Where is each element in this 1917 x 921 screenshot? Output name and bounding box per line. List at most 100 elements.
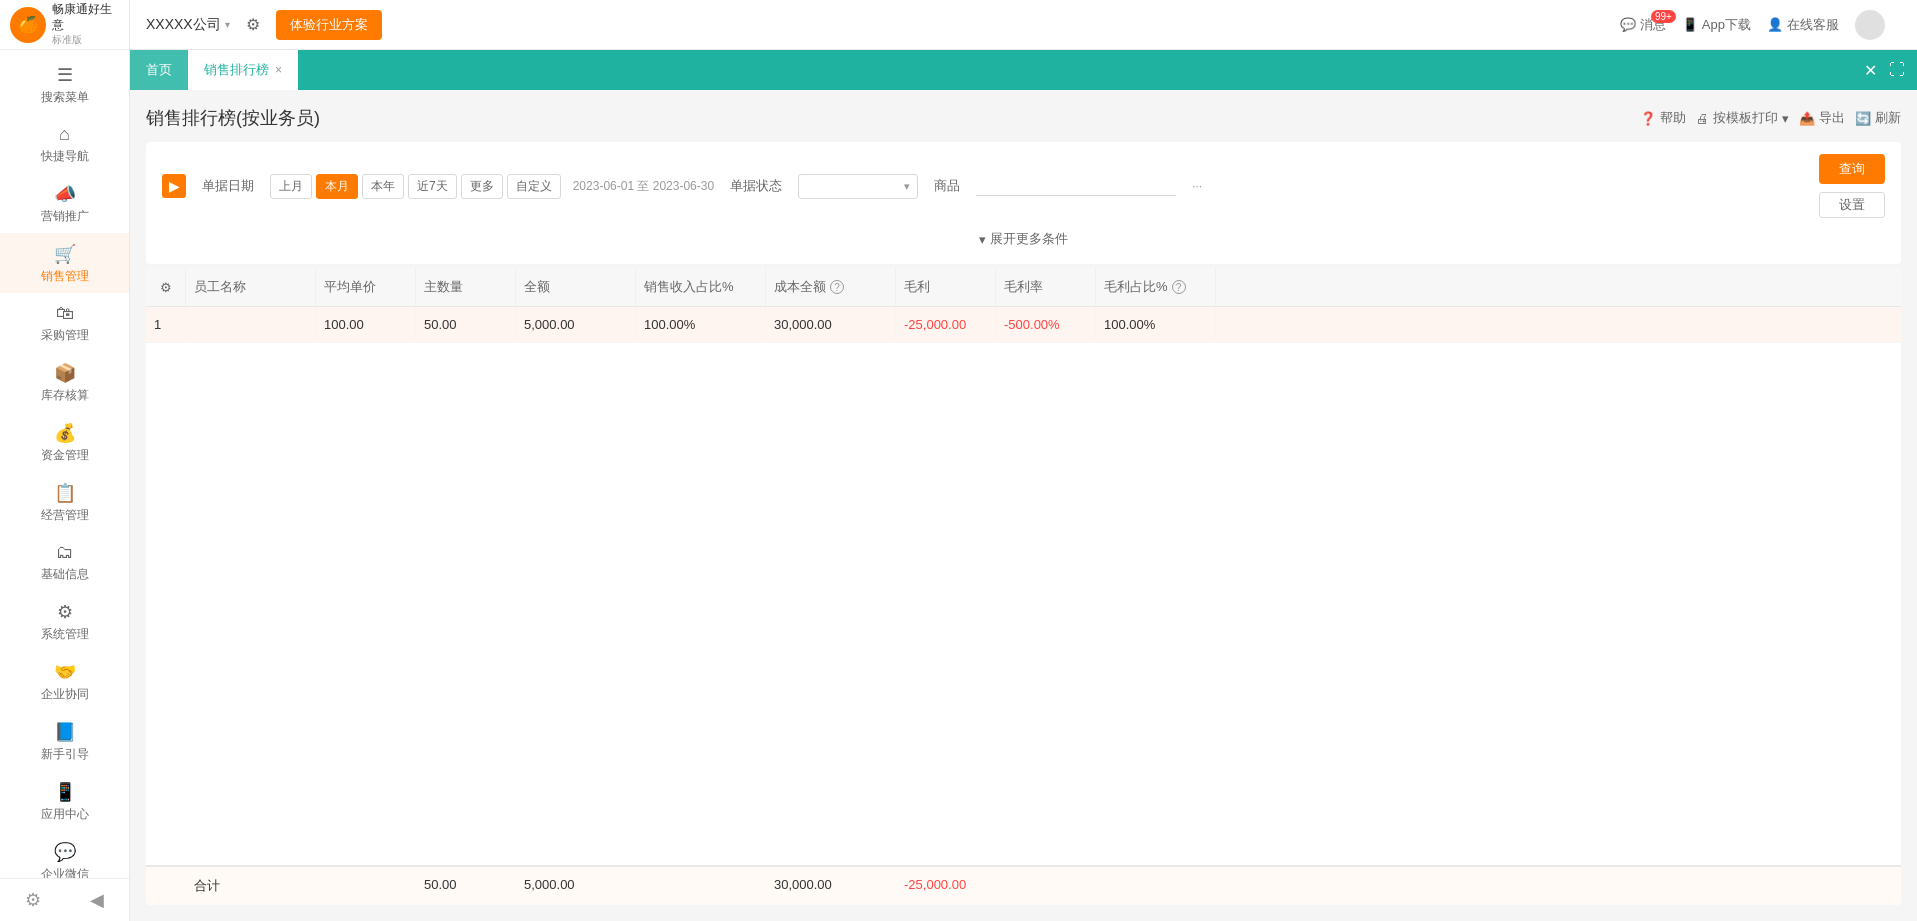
th-avg-price: 平均单价 [316, 268, 416, 306]
app-label: App下载 [1702, 16, 1751, 34]
date-btn-7days[interactable]: 近7天 [408, 174, 457, 199]
td-gross-pct: 100.00% [1096, 307, 1216, 342]
export-button[interactable]: 📤 导出 [1799, 109, 1845, 127]
sidebar-item-guide[interactable]: 📘 新手引导 [0, 711, 129, 771]
sidebar-item-sales[interactable]: 🛒 销售管理 [0, 233, 129, 293]
tab-sales-ranking[interactable]: 销售排行榜 × [188, 50, 298, 90]
ft-sales-pct [636, 867, 766, 905]
settings-button[interactable]: ⚙ [238, 10, 268, 40]
status-select[interactable] [798, 174, 918, 199]
ft-label: 合计 [186, 867, 316, 905]
logo-sub: 标准版 [52, 33, 119, 47]
ft-extra [1216, 867, 1901, 905]
message-icon: 💬 [1620, 17, 1636, 32]
tab-close-icon[interactable]: × [275, 63, 282, 77]
sidebar-item-system[interactable]: ⚙ 系统管理 [0, 591, 129, 651]
sidebar-item-basic-info[interactable]: 🗂 基础信息 [0, 532, 129, 591]
th-cost-total: 成本全额 ? [766, 268, 896, 306]
page-header: 销售排行榜(按业务员) ❓ 帮助 🖨 按模板打印 ▾ 📤 导出 🔄 刷新 [146, 106, 1901, 130]
appstore-icon: 📱 [54, 781, 76, 803]
logo-icon: 🍊 [10, 7, 46, 43]
sidebar-item-wechat[interactable]: 💬 企业微信 [0, 831, 129, 878]
sidebar-item-purchase[interactable]: 🛍 采购管理 [0, 293, 129, 352]
export-icon: 📤 [1799, 111, 1815, 126]
sidebar-item-search[interactable]: ☰ 搜索菜单 [0, 54, 129, 114]
filter-row-1: ▶ 单据日期 上月 本月 本年 近7天 更多 自定义 2023-06-01 至 … [162, 154, 1885, 218]
th-gross: 毛利 [896, 268, 996, 306]
trial-button[interactable]: 体验行业方案 [276, 10, 382, 40]
sidebar-item-quicknav[interactable]: ⌂ 快捷导航 [0, 114, 129, 173]
query-button[interactable]: 查询 [1819, 154, 1885, 184]
ft-total: 5,000.00 [516, 867, 636, 905]
filter-expand-arrow[interactable]: ▶ [162, 174, 186, 198]
td-cost-total: 30,000.00 [766, 307, 896, 342]
table-area: ⚙ 员工名称 平均单价 主数量 全额 销售收入占比% 成本全额 ? 毛利 毛利率… [146, 268, 1901, 905]
main-area: XXXXX公司 ▾ ⚙ 体验行业方案 💬 消息 99+ 📱 App下载 👤 在线… [130, 0, 1917, 921]
online-service-button[interactable]: 👤 在线客服 [1767, 16, 1839, 34]
template-print-button[interactable]: 🖨 按模板打印 ▾ [1696, 109, 1789, 127]
refresh-button[interactable]: 🔄 刷新 [1855, 109, 1901, 127]
th-employee: 员工名称 [186, 268, 316, 306]
table-header: ⚙ 员工名称 平均单价 主数量 全额 销售收入占比% 成本全额 ? 毛利 毛利率… [146, 268, 1901, 307]
goods-more-btn[interactable]: ··· [1192, 179, 1202, 193]
goods-input[interactable] [976, 176, 1176, 196]
home-icon: ⌂ [59, 124, 70, 145]
page-title: 销售排行榜(按业务员) [146, 106, 320, 130]
td-employee [186, 307, 316, 342]
message-button[interactable]: 💬 消息 99+ [1620, 16, 1666, 34]
finance-icon: 💰 [54, 422, 76, 444]
search-menu-icon: ☰ [57, 64, 73, 86]
tab-close-window-icon[interactable]: ✕ [1864, 61, 1877, 80]
date-btn-more[interactable]: 更多 [461, 174, 503, 199]
print-chevron-icon: ▾ [1782, 111, 1789, 126]
print-icon: 🖨 [1696, 111, 1709, 126]
gross-pct-info-icon[interactable]: ? [1172, 280, 1186, 294]
sidebar-item-marketing[interactable]: 📣 营销推广 [0, 173, 129, 233]
system-icon: ⚙ [57, 601, 73, 623]
collab-icon: 🤝 [54, 661, 76, 683]
message-badge: 99+ [1651, 10, 1676, 23]
date-filter-group: 上月 本月 本年 近7天 更多 自定义 2023-06-01 至 2023-06… [270, 174, 714, 199]
sidebar-item-appstore[interactable]: 📱 应用中心 [0, 771, 129, 831]
date-range-display: 2023-06-01 至 2023-06-30 [573, 178, 714, 195]
app-download-button[interactable]: 📱 App下载 [1682, 16, 1751, 34]
sales-icon: 🛒 [54, 243, 76, 265]
sidebar-item-operations[interactable]: 📋 经营管理 [0, 472, 129, 532]
expand-more-btn[interactable]: ▾ 展开更多条件 [162, 226, 1885, 252]
logo-text: 畅康通好生意 [52, 2, 119, 33]
td-rank: 1 [146, 307, 186, 342]
sidebar-collapse-icon[interactable]: ◀ [90, 889, 104, 911]
status-label: 单据状态 [730, 177, 782, 195]
goods-label: 商品 [934, 177, 960, 195]
operations-icon: 📋 [54, 482, 76, 504]
expand-more-icon: ▾ [979, 232, 986, 247]
sidebar: 🍊 畅康通好生意 标准版 ☰ 搜索菜单 ⌂ 快捷导航 📣 营销推广 🛒 销售管理… [0, 0, 130, 921]
date-btn-this-year[interactable]: 本年 [362, 174, 404, 199]
tab-home[interactable]: 首页 [130, 50, 188, 90]
table-body: 1 100.00 50.00 5,000.00 100.00% 30,000.0… [146, 307, 1901, 865]
company-name: XXXXX公司 [146, 16, 221, 34]
date-btn-last-month[interactable]: 上月 [270, 174, 312, 199]
help-button[interactable]: ❓ 帮助 [1640, 109, 1686, 127]
tab-maximize-icon[interactable]: ⛶ [1889, 61, 1905, 79]
guide-icon: 📘 [54, 721, 76, 743]
sidebar-bottom: ⚙ ◀ [0, 878, 129, 921]
th-settings[interactable]: ⚙ [146, 268, 186, 306]
cost-info-icon[interactable]: ? [830, 280, 844, 294]
date-btn-this-month[interactable]: 本月 [316, 174, 358, 199]
sidebar-nav: ☰ 搜索菜单 ⌂ 快捷导航 📣 营销推广 🛒 销售管理 🛍 采购管理 📦 库存核… [0, 50, 129, 878]
topbar: XXXXX公司 ▾ ⚙ 体验行业方案 💬 消息 99+ 📱 App下载 👤 在线… [130, 0, 1917, 50]
ft-gross-rate [996, 867, 1096, 905]
company-selector[interactable]: XXXXX公司 ▾ [146, 16, 230, 34]
user-avatar[interactable] [1855, 10, 1885, 40]
sidebar-item-finance[interactable]: 💰 资金管理 [0, 412, 129, 472]
sidebar-item-collab[interactable]: 🤝 企业协同 [0, 651, 129, 711]
company-chevron-icon: ▾ [225, 19, 230, 30]
sidebar-item-inventory[interactable]: 📦 库存核算 [0, 352, 129, 412]
wechat-icon: 💬 [54, 841, 76, 863]
tab-sales-label: 销售排行榜 [204, 61, 269, 79]
th-gross-rate: 毛利率 [996, 268, 1096, 306]
sidebar-settings-icon[interactable]: ⚙ [25, 889, 41, 911]
settings-btn[interactable]: 设置 [1819, 192, 1885, 218]
date-btn-custom[interactable]: 自定义 [507, 174, 561, 199]
